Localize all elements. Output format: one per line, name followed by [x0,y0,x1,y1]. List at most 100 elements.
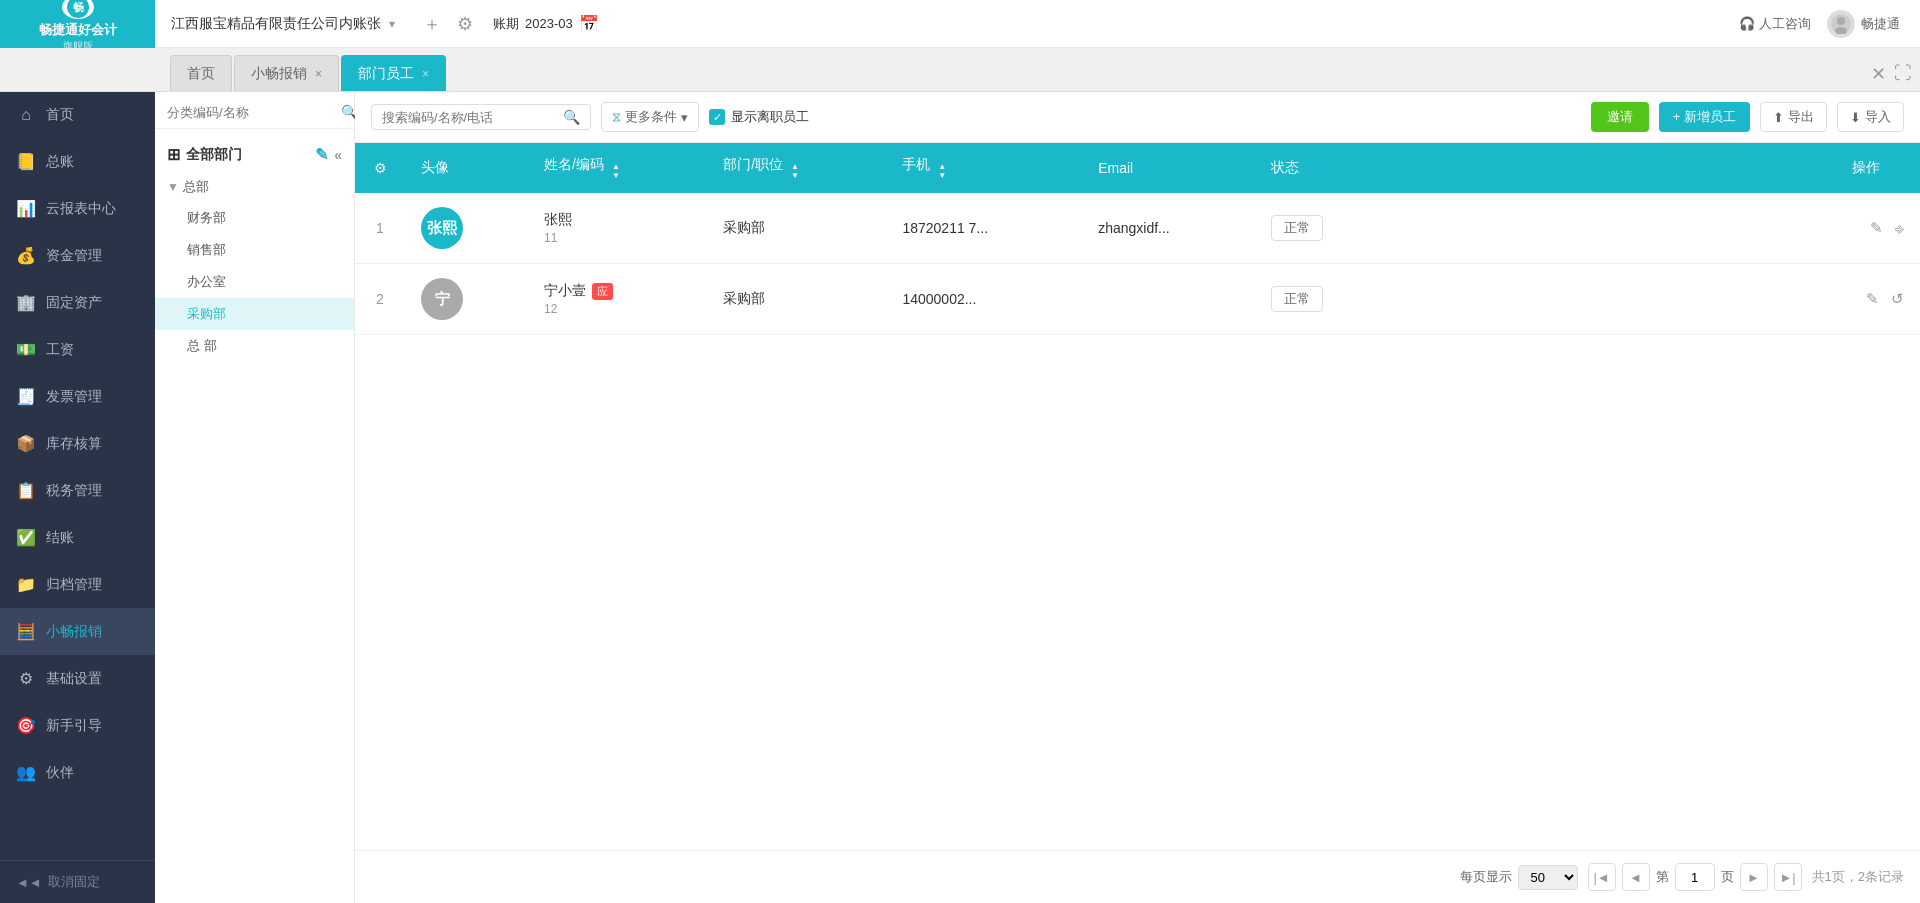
first-page-btn[interactable]: |◄ [1588,863,1616,891]
tab-expand[interactable]: ⛶ [1894,63,1912,85]
dept-office[interactable]: 办公室 [155,266,354,298]
grid-icon: ⊞ [167,145,180,164]
headset-icon: 🎧 [1739,16,1755,31]
settings-icon[interactable]: ⚙ [457,13,473,35]
right-panel: 🔍 ⧖ 更多条件 ▾ ✓ 显示离职员工 邀请 + 新增员工 ⬆ 导出 [355,92,1920,903]
sidebar-item-tax[interactable]: 📋 税务管理 [0,467,155,514]
sidebar-item-invoice[interactable]: 🧾 发票管理 [0,373,155,420]
per-page-select[interactable]: 10 20 50 100 [1518,865,1578,890]
page-suffix: 页 [1721,868,1734,886]
expand-icon: ▼ [167,180,179,194]
dept-purchase[interactable]: 采购部 [155,298,354,330]
collapse-dept-icon[interactable]: « [334,147,342,163]
tab-department[interactable]: 部门员工 × [341,55,446,91]
dept-search-input[interactable] [167,105,335,120]
dept-sales[interactable]: 销售部 [155,234,354,266]
col-settings[interactable]: ⚙ [355,143,405,193]
col-dept[interactable]: 部门/职位 ▲▼ [707,143,886,193]
col-name[interactable]: 姓名/编码 ▲▼ [528,143,707,193]
edit-icon-2[interactable]: ✎ [1866,290,1879,308]
tab-controls: ✕ ⛶ [1871,63,1912,85]
sidebar-item-inventory[interactable]: 📦 库存核算 [0,420,155,467]
row1-phone: 18720211 7... [886,193,1082,264]
invite-button[interactable]: 邀请 [1591,102,1649,132]
sidebar-label-invoice: 发票管理 [46,388,102,406]
user-area[interactable]: 畅捷通 [1827,10,1900,38]
col-avatar: 头像 [405,143,528,193]
row2-index: 2 [355,264,405,335]
all-dept-header[interactable]: ⊞ 全部部门 ✎ « [155,137,354,172]
status-badge-2: 正常 [1271,286,1323,312]
row1-index: 1 [355,193,405,264]
sidebar: ⌂ 首页 📒 总账 📊 云报表中心 💰 资金管理 🏢 固定资产 💵 工资 🧾 发… [0,92,155,903]
sidebar-unpin[interactable]: ◄◄ 取消固定 [0,860,155,903]
edit-dept-icon[interactable]: ✎ [315,145,328,164]
import-button[interactable]: ⬇ 导入 [1837,102,1904,132]
svg-point-3 [1837,17,1845,25]
sidebar-item-guide[interactable]: 🎯 新手引导 [0,702,155,749]
dept-root[interactable]: ▼ 总部 [155,172,354,202]
add-employee-button[interactable]: + 新增员工 [1659,102,1750,132]
support-button[interactable]: 🎧 人工咨询 [1739,15,1811,33]
per-page-label: 每页显示 [1460,868,1512,886]
sidebar-item-payroll[interactable]: 💵 工资 [0,326,155,373]
next-page-btn[interactable]: ► [1740,863,1768,891]
name-code-2: 宁小壹 应 12 [544,282,691,316]
prev-page-btn[interactable]: ◄ [1622,863,1650,891]
badge-red-2: 应 [592,283,613,300]
table-row: 2 宁 宁小壹 应 12 [355,264,1920,335]
sidebar-item-ledger[interactable]: 📒 总账 [0,138,155,185]
unpin-label: 取消固定 [48,873,100,891]
dept-general[interactable]: 总 部 [155,330,354,362]
show-resigned-checkbox[interactable]: ✓ [709,109,725,125]
dept-finance[interactable]: 财务部 [155,202,354,234]
filter-button[interactable]: ⧖ 更多条件 ▾ [601,102,699,132]
tab-expense[interactable]: 小畅报销 × [234,55,339,91]
calendar-icon[interactable]: 📅 [579,14,599,33]
sidebar-item-settle[interactable]: ✅ 结账 [0,514,155,561]
name-code-1: 张熙 11 [544,211,691,245]
sidebar-item-asset[interactable]: 🏢 固定资产 [0,279,155,326]
tab-close-all[interactable]: ✕ [1871,63,1886,85]
logo-icon: 畅 [62,0,94,19]
show-resigned-toggle[interactable]: ✓ 显示离职员工 [709,108,809,126]
sidebar-label-payroll: 工资 [46,341,74,359]
settle-icon: ✅ [16,528,36,547]
sidebar-item-report[interactable]: 📊 云报表中心 [0,185,155,232]
sidebar-item-settings[interactable]: ⚙ 基础设置 [0,655,155,702]
row2-avatar: 宁 [405,264,528,335]
status-badge-1: 正常 [1271,215,1323,241]
page-number-input[interactable] [1675,863,1715,891]
search-icon[interactable]: 🔍 [563,109,580,125]
account-period-label: 账期 [493,15,519,33]
toolbar-right: 邀请 + 新增员工 ⬆ 导出 ⬇ 导入 [1591,102,1904,132]
sidebar-item-fund[interactable]: 💰 资金管理 [0,232,155,279]
edit-icon-1[interactable]: ✎ [1870,219,1883,237]
sidebar-item-partner[interactable]: 👥 伙伴 [0,749,155,796]
last-page-btn[interactable]: ►| [1774,863,1802,891]
company-name: 江西服宝精品有限责任公司内账张 [171,15,381,33]
sidebar-label-settings: 基础设置 [46,670,102,688]
content-area: 🔍 ⊞ 全部部门 ✎ « ▼ 总部 财务部 [155,92,1920,903]
sidebar-item-home[interactable]: ⌂ 首页 [0,92,155,138]
company-dropdown-icon[interactable]: ▾ [389,17,395,31]
total-text: 共1页，2条记录 [1812,868,1904,886]
add-icon[interactable]: ＋ [423,12,441,36]
fund-icon: 💰 [16,246,36,265]
sidebar-item-expense[interactable]: 🧮 小畅报销 [0,608,155,655]
logout-icon-1[interactable]: ⎆ [1895,220,1904,237]
refresh-icon-2[interactable]: ↺ [1891,290,1904,308]
export-button[interactable]: ⬆ 导出 [1760,102,1827,132]
employee-table-wrapper: ⚙ 头像 姓名/编码 ▲▼ 部门/职位 ▲▼ 手机 [355,143,1920,850]
row1-avatar: 张熙 [405,193,528,264]
tab-department-close[interactable]: × [422,67,429,81]
col-phone[interactable]: 手机 ▲▼ [886,143,1082,193]
sidebar-item-archive[interactable]: 📁 归档管理 [0,561,155,608]
sidebar-label-guide: 新手引导 [46,717,102,735]
tab-home[interactable]: 首页 [170,55,232,91]
account-period: 账期 2023-03 📅 [485,14,607,33]
tab-expense-close[interactable]: × [315,67,322,81]
header-company[interactable]: 江西服宝精品有限责任公司内账张 ▾ [155,15,411,33]
row1-actions: ✎ ⎆ [1587,193,1920,264]
search-input[interactable] [382,110,557,125]
